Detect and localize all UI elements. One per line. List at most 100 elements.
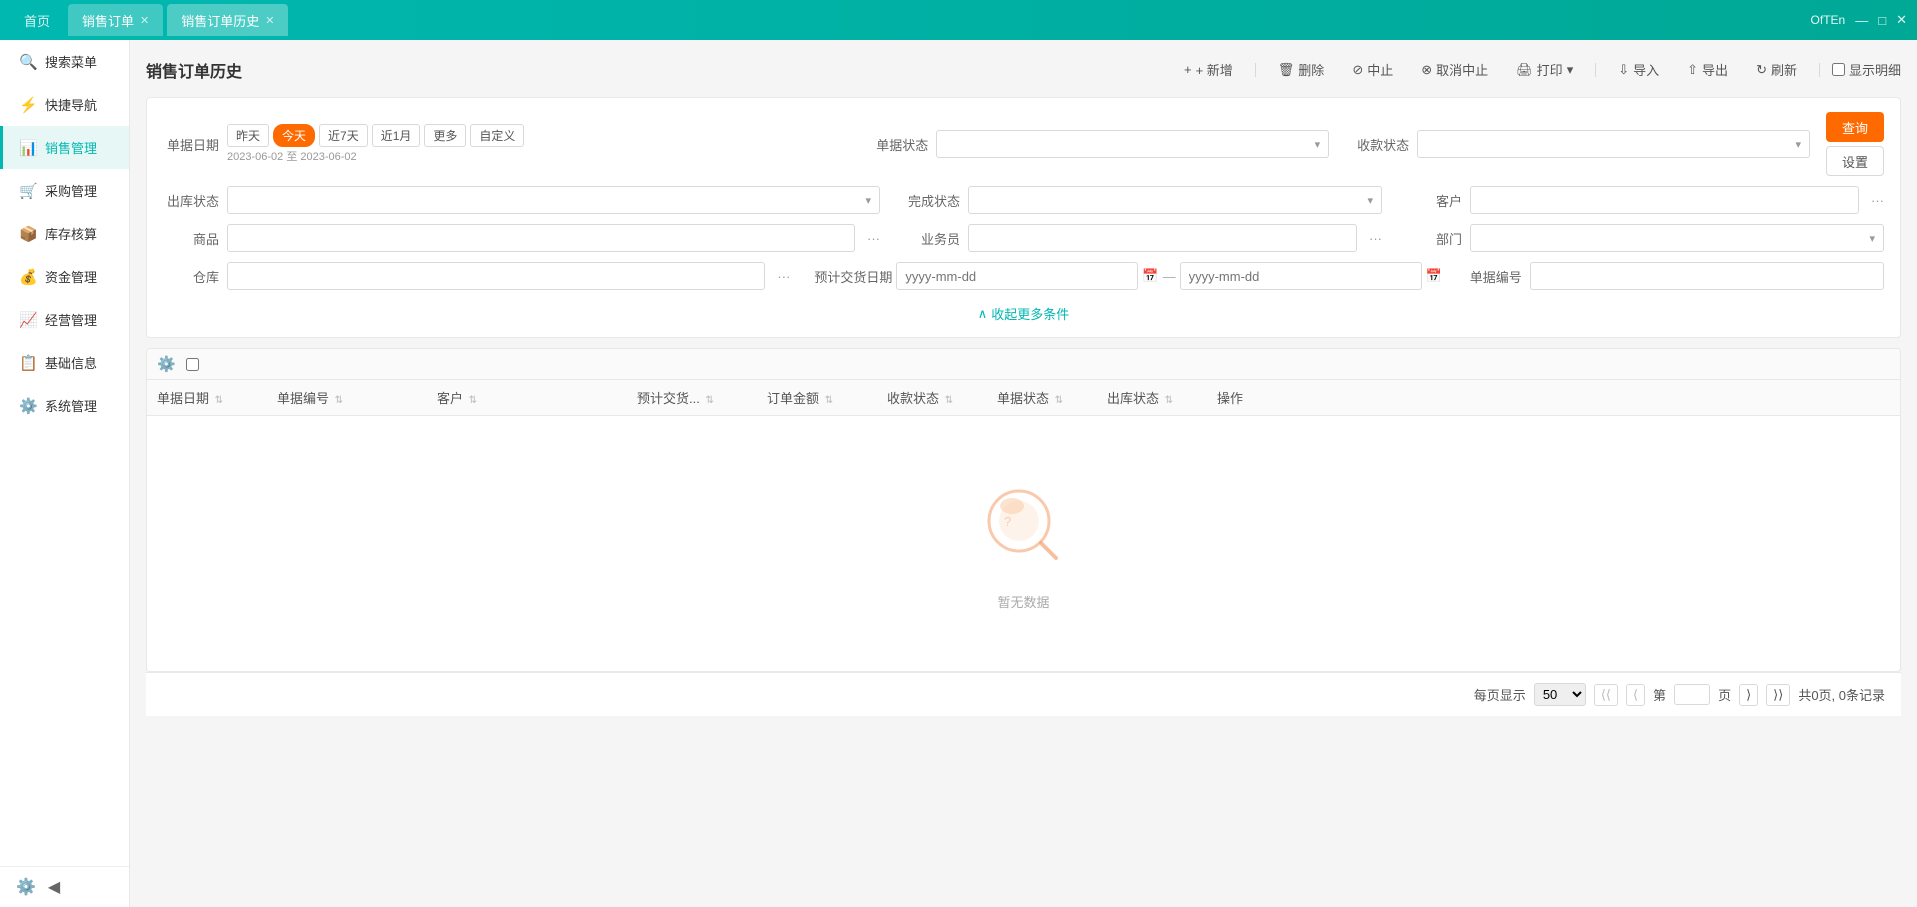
salesperson-dots[interactable]: ··· [1369,231,1382,246]
print-button[interactable]: 🖨 打印 ▾ [1506,56,1583,83]
sort-number-icon[interactable]: ⇅ [335,395,343,406]
date-separator: — [1163,269,1176,284]
divider-1 [1255,63,1256,77]
top-bar: 首页 销售订单 ✕ 销售订单历史 ✕ OfTEn — □ ✕ [0,0,1917,40]
salesperson-label: 业务员 [904,229,960,248]
stop-button[interactable]: ⊘ 中止 [1342,56,1403,83]
main-layout: 🔍 搜索菜单 ⚡ 快捷导航 📊 销售管理 🛒 采购管理 📦 库存核算 💰 资金管… [0,40,1917,907]
delivery-date-start[interactable] [896,262,1138,290]
bill-number-input[interactable] [1530,262,1884,290]
import-button[interactable]: ⇩ 导入 [1608,56,1669,83]
page-content: 销售订单历史 + + 新增 🗑 删除 ⊘ 中止 [130,40,1917,907]
window-minimize[interactable]: — [1855,13,1868,28]
cancel-stop-button[interactable]: ⊗ 取消中止 [1411,56,1498,83]
data-table: 单据日期 ⇅ 单据编号 ⇅ 客户 ⇅ [147,380,1900,416]
sort-receipt-status-icon[interactable]: ⇅ [945,395,953,406]
date-label: 单据日期 [163,135,219,154]
sidebar-collapse-icon[interactable]: ◀ [48,877,60,897]
complete-status-col: 完成状态 ▾ [904,186,1382,214]
delete-button[interactable]: 🗑 删除 [1268,56,1335,83]
receipt-status-select[interactable]: ▾ [1417,130,1810,158]
export-button[interactable]: ⇧ 导出 [1677,56,1738,83]
window-close[interactable]: ✕ [1896,12,1907,28]
department-select[interactable]: ▾ [1470,224,1884,252]
sidebar-item-sales-mgmt[interactable]: 📊 销售管理 [0,126,129,169]
sort-delivery-icon[interactable]: ⇅ [705,395,713,406]
display-detail-toggle[interactable]: 显示明细 [1832,60,1901,79]
search-menu-icon: 🔍 [19,53,37,71]
sidebar-settings-icon[interactable]: ⚙️ [16,877,36,897]
sidebar-item-system-mgmt[interactable]: ⚙️ 系统管理 [0,384,129,427]
date-more[interactable]: 更多 [424,124,466,147]
out-status-col: 出库状态 ▾ [163,186,880,214]
product-dots[interactable]: ··· [867,231,880,246]
query-button[interactable]: 查询 [1826,112,1884,142]
warehouse-input[interactable] [227,262,765,290]
bill-status-select[interactable]: ▾ [936,130,1329,158]
date-custom[interactable]: 自定义 [470,124,524,147]
delivery-date-end[interactable] [1180,262,1422,290]
page-last-btn[interactable]: ⟩⟩ [1766,684,1790,706]
bill-status-label: 单据状态 [872,135,928,154]
sidebar-item-purchase-mgmt[interactable]: 🛒 采购管理 [0,169,129,212]
sort-customer-icon[interactable]: ⇅ [469,395,477,406]
page-first-btn[interactable]: ⟨⟨ [1594,684,1618,706]
collapse-filter[interactable]: ∧ 收起更多条件 [163,300,1884,327]
th-bill-status: 单据状态 ⇅ [987,380,1097,416]
page-next-btn[interactable]: ⟩ [1739,684,1758,706]
out-status-select[interactable]: ▾ [227,186,880,214]
sidebar-item-quick-nav[interactable]: ⚡ 快捷导航 [0,83,129,126]
sort-bill-status-icon[interactable]: ⇅ [1055,395,1063,406]
warehouse-dots[interactable]: ··· [777,269,790,284]
table-select-all[interactable] [186,358,199,371]
per-page-select[interactable]: 10 20 50 100 [1534,683,1586,706]
out-status-label: 出库状态 [163,191,219,210]
salesperson-input[interactable] [968,224,1357,252]
bill-number-col: 单据编号 [1466,262,1884,290]
sidebar-item-inventory[interactable]: 📦 库存核算 [0,212,129,255]
sort-out-status-icon[interactable]: ⇅ [1165,395,1173,406]
quick-nav-icon: ⚡ [19,96,37,114]
cancel-stop-icon: ⊗ [1421,62,1432,78]
date-today[interactable]: 今天 [273,124,315,147]
delivery-date-label: 预计交货日期 [814,267,892,286]
tab-home[interactable]: 首页 [10,4,64,36]
page-prev-btn[interactable]: ⟨ [1626,684,1645,706]
sort-amount-icon[interactable]: ⇅ [825,395,833,406]
tab-close-sales-order[interactable]: ✕ [140,14,149,27]
page-title: 销售订单历史 [146,58,242,82]
date-yesterday[interactable]: 昨天 [227,124,269,147]
stop-icon: ⊘ [1352,62,1363,78]
calendar-end-icon[interactable]: 📅 [1426,268,1442,284]
sidebar-item-basic-info[interactable]: 📋 基础信息 [0,341,129,384]
sort-date-icon[interactable]: ⇅ [215,395,223,406]
window-maximize[interactable]: □ [1878,13,1886,28]
calendar-start-icon[interactable]: 📅 [1142,268,1158,284]
operation-mgmt-icon: 📈 [19,311,37,329]
complete-status-select[interactable]: ▾ [968,186,1382,214]
tab-sales-order[interactable]: 销售订单 ✕ [68,4,163,36]
print-icon: 🖨 [1516,62,1533,78]
page-input[interactable]: 1 [1674,684,1710,705]
sidebar-item-search-menu[interactable]: 🔍 搜索菜单 [0,40,129,83]
sidebar-item-operation-mgmt[interactable]: 📈 经营管理 [0,298,129,341]
customer-input[interactable] [1470,186,1859,214]
receipt-status-chevron: ▾ [1795,138,1801,151]
product-input[interactable] [227,224,855,252]
table-settings-icon[interactable]: ⚙️ [157,355,176,373]
date-1month[interactable]: 近1月 [372,124,421,147]
setup-button[interactable]: 设置 [1826,146,1884,176]
refresh-button[interactable]: ↻ 刷新 [1746,56,1807,83]
display-detail-checkbox[interactable] [1832,63,1845,76]
department-label: 部门 [1406,229,1462,248]
tab-sales-order-history[interactable]: 销售订单历史 ✕ [167,4,288,36]
date-7days[interactable]: 近7天 [319,124,368,147]
sidebar-item-capital-mgmt[interactable]: 💰 资金管理 [0,255,129,298]
delivery-date-col: 预计交货日期 📅 — 📅 [814,262,1441,290]
bill-status-chevron: ▾ [1315,138,1321,151]
customer-dots[interactable]: ··· [1871,193,1884,208]
per-page-label: 每页显示 [1474,685,1526,704]
new-button[interactable]: + + 新增 [1174,56,1243,83]
divider-2 [1595,63,1596,77]
tab-close-sales-order-history[interactable]: ✕ [265,14,274,27]
